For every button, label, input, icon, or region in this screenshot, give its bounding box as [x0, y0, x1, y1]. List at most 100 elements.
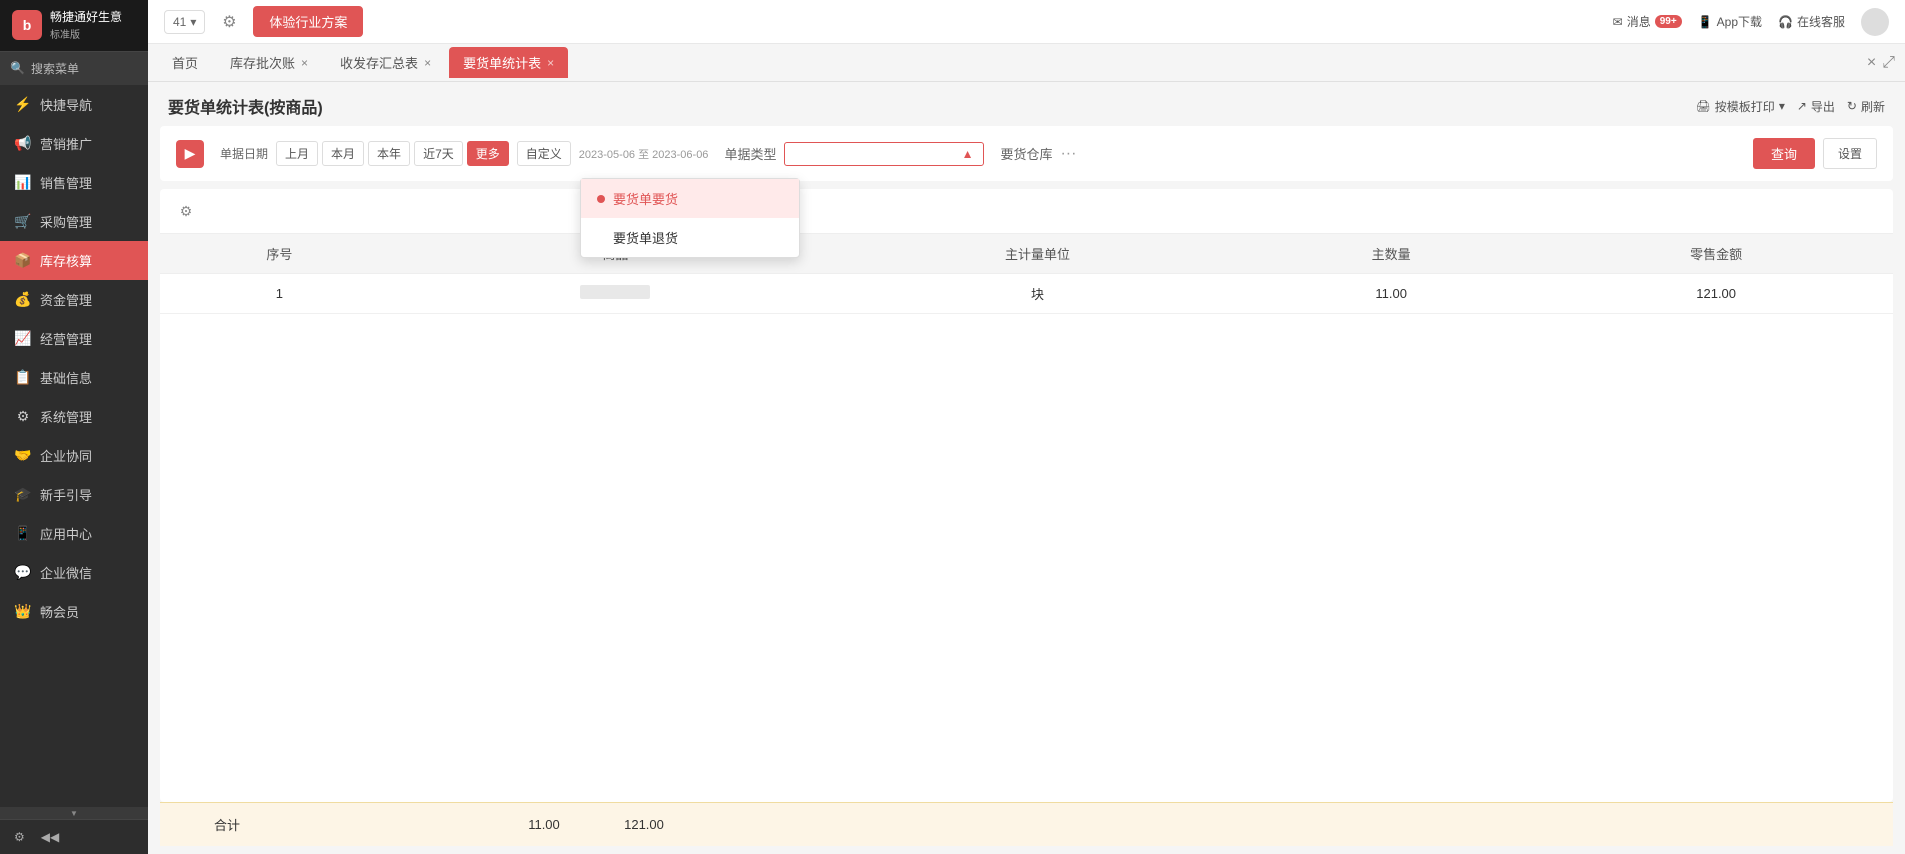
date-filter-group: 单据日期 上月 本月 本年 近7天 更多 自定义 2023-05-06 至 20…: [220, 141, 708, 166]
tab-close-all-icon[interactable]: ×: [1867, 54, 1876, 72]
sidebar-item-marketing[interactable]: 📢 营销推广: [0, 124, 148, 163]
brand-sub: 标准版: [50, 26, 122, 41]
guide-icon: 🎓: [14, 486, 32, 503]
top-header: 41 ▾ ⚙ 体验行业方案 ✉ 消息 99+ 📱 App下载 🎧 在线客服: [148, 0, 1905, 44]
export-label: 导出: [1811, 98, 1835, 115]
message-item[interactable]: ✉ 消息 99+: [1613, 13, 1682, 30]
filter-expand-button[interactable]: ▶: [176, 140, 204, 168]
cell-amount: 121.00: [1539, 274, 1893, 314]
sidebar-item-appcenter[interactable]: 📱 应用中心: [0, 514, 148, 553]
table-container: ⚙ 序号 商品 主计量单位 主数量 零售金额 1: [160, 189, 1893, 802]
sidebar-item-guide[interactable]: 🎓 新手引导: [0, 475, 148, 514]
warehouse-more-icon[interactable]: ···: [1060, 145, 1076, 163]
tab-inventory-batch-close[interactable]: ×: [301, 56, 308, 70]
sidebar-settings-icon[interactable]: ⚙: [14, 830, 25, 844]
sidebar-item-sales[interactable]: 📊 销售管理: [0, 163, 148, 202]
brand-name: 畅捷通好生意: [50, 10, 122, 26]
tab-inventory-batch[interactable]: 库存批次账 ×: [216, 47, 322, 78]
online-service-item[interactable]: 🎧 在线客服: [1778, 13, 1845, 30]
table-header-row: 序号 商品 主计量单位 主数量 零售金额: [160, 234, 1893, 274]
appcenter-label: 应用中心: [40, 524, 92, 543]
refresh-icon: ↻: [1847, 99, 1857, 113]
table-toolbar: ⚙: [160, 189, 1893, 234]
tab-bar-right: × ⤢: [1867, 54, 1895, 72]
sidebar-item-cooperation[interactable]: 🤝 企业协同: [0, 436, 148, 475]
date-btn-thisyear[interactable]: 本年: [368, 141, 410, 166]
dropdown-item-1-label: 要货单退货: [613, 228, 678, 247]
sidebar-item-member[interactable]: 👑 畅会员: [0, 592, 148, 631]
tab-stock-summary[interactable]: 收发存汇总表 ×: [326, 47, 445, 78]
footer-amount-value: 121.00: [594, 817, 694, 832]
sidebar-collapse-icon[interactable]: ◀◀: [41, 830, 59, 844]
data-table: 序号 商品 主计量单位 主数量 零售金额 1 块 11.00: [160, 234, 1893, 314]
app-logo-icon: b: [12, 10, 42, 40]
basicinfo-icon: 📋: [14, 369, 32, 386]
sidebar-item-wechat[interactable]: 💬 企业微信: [0, 553, 148, 592]
radio-selected-icon: [597, 195, 605, 203]
filter-actions: 查询 设置: [1753, 138, 1877, 169]
sidebar-item-system[interactable]: ⚙ 系统管理: [0, 397, 148, 436]
print-chevron-icon: ▾: [1779, 99, 1785, 113]
app-download-item[interactable]: 📱 App下载: [1698, 13, 1762, 30]
sidebar-search[interactable]: 🔍 搜索菜单: [0, 52, 148, 85]
message-label: 消息: [1627, 13, 1651, 30]
marketing-icon: 📢: [14, 135, 32, 152]
sidebar-item-basic-info[interactable]: 📋 基础信息: [0, 358, 148, 397]
sales-icon: 📊: [14, 174, 32, 191]
type-select-dropdown[interactable]: ▲: [784, 142, 984, 166]
refresh-action[interactable]: ↻ 刷新: [1847, 98, 1885, 115]
sidebar-item-inventory[interactable]: 📦 库存核算: [0, 241, 148, 280]
tab-inventory-batch-label: 库存批次账: [230, 53, 295, 72]
sidebar-item-purchase[interactable]: 🛒 采购管理: [0, 202, 148, 241]
header-gear-icon[interactable]: ⚙: [215, 8, 243, 36]
sales-label: 销售管理: [40, 173, 92, 192]
table-settings-icon[interactable]: ⚙: [172, 197, 200, 225]
tab-order-stats-label: 要货单统计表: [463, 53, 541, 72]
tab-home[interactable]: 首页: [158, 47, 212, 78]
tab-order-stats[interactable]: 要货单统计表 ×: [449, 47, 568, 78]
date-btn-thismonth[interactable]: 本月: [322, 141, 364, 166]
cell-product: [399, 274, 832, 314]
tab-bar: 首页 库存批次账 × 收发存汇总表 × 要货单统计表 × × ⤢: [148, 44, 1905, 82]
col-header-amount: 零售金额: [1539, 234, 1893, 274]
sidebar: b 畅捷通好生意 标准版 🔍 搜索菜单 ⚡ 快捷导航 📢 营销推广 📊 销售管理…: [0, 0, 148, 854]
user-avatar[interactable]: [1861, 8, 1889, 36]
purchase-icon: 🛒: [14, 213, 32, 230]
tab-restore-icon[interactable]: ⤢: [1882, 54, 1895, 72]
sidebar-item-quicknav[interactable]: ⚡ 快捷导航: [0, 85, 148, 124]
product-placeholder: [580, 285, 650, 299]
date-btn-lastmonth[interactable]: 上月: [276, 141, 318, 166]
search-label: 搜索菜单: [31, 60, 79, 77]
headset-icon: 🎧: [1778, 15, 1793, 29]
company-selector-value: 41: [173, 15, 186, 29]
export-action[interactable]: ↗ 导出: [1797, 98, 1835, 115]
content-area: 要货单统计表(按商品) 🖨 按模板打印 ▾ ↗ 导出 ↻ 刷新: [148, 82, 1905, 854]
company-selector[interactable]: 41 ▾: [164, 10, 205, 34]
tab-order-stats-close[interactable]: ×: [547, 56, 554, 70]
dropdown-item-0-label: 要货单要货: [613, 189, 678, 208]
sidebar-item-finance[interactable]: 💰 资金管理: [0, 280, 148, 319]
trial-button[interactable]: 体验行业方案: [253, 6, 363, 37]
date-btn-7days[interactable]: 近7天: [414, 141, 463, 166]
finance-label: 资金管理: [40, 290, 92, 309]
settings-button[interactable]: 设置: [1823, 138, 1877, 169]
refresh-label: 刷新: [1861, 98, 1885, 115]
cell-index: 1: [160, 274, 399, 314]
scroll-down-indicator[interactable]: ▼: [0, 807, 148, 819]
query-button[interactable]: 查询: [1753, 138, 1815, 169]
print-action[interactable]: 🖨 按模板打印 ▾: [1696, 98, 1785, 115]
dropdown-item-0[interactable]: 要货单要货: [581, 179, 799, 218]
sidebar-nav: ⚡ 快捷导航 📢 营销推广 📊 销售管理 🛒 采购管理 📦 库存核算 💰 资金管…: [0, 85, 148, 807]
sidebar-item-management[interactable]: 📈 经营管理: [0, 319, 148, 358]
date-btn-more[interactable]: 更多: [467, 141, 509, 166]
header-right: ✉ 消息 99+ 📱 App下载 🎧 在线客服: [1613, 8, 1889, 36]
tab-stock-summary-close[interactable]: ×: [424, 56, 431, 70]
member-icon: 👑: [14, 603, 32, 620]
dropdown-item-1[interactable]: 要货单退货: [581, 218, 799, 257]
table-footer: 合计 11.00 121.00: [160, 802, 1893, 846]
cooperation-icon: 🤝: [14, 447, 32, 464]
marketing-label: 营销推广: [40, 134, 92, 153]
date-btn-custom[interactable]: 自定义: [517, 141, 571, 166]
date-filter-label: 单据日期: [220, 145, 268, 162]
member-label: 畅会员: [40, 602, 79, 621]
